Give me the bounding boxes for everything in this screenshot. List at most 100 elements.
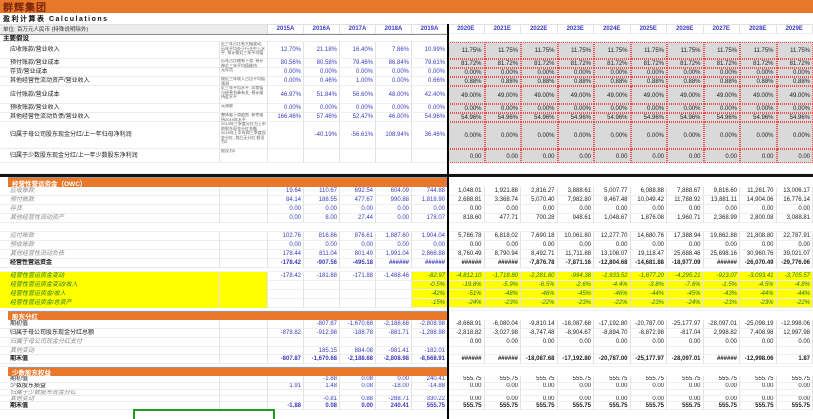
column-header-2018A[interactable]: 2018A [376, 25, 412, 34]
row-label[interactable]: 其他经营性流动资产/营业收入 [0, 77, 220, 86]
cell[interactable]: 1,887.60 [376, 232, 412, 241]
cell[interactable]: -25,098.19 [740, 320, 777, 329]
cell[interactable] [376, 290, 412, 299]
cell[interactable]: 0.88% [557, 77, 594, 86]
cell[interactable]: -4,812.10 [448, 272, 485, 281]
cell[interactable]: -817.04 [667, 329, 704, 338]
cell[interactable]: 21,808.80 [740, 232, 777, 241]
cell[interactable] [448, 347, 485, 355]
cell[interactable]: 0.00 [376, 376, 412, 383]
row-note[interactable]: 按近三年收入占比平均值预测 [220, 77, 268, 86]
cell[interactable]: 0.00 [594, 383, 631, 390]
cell[interactable]: 816.86 [304, 232, 340, 241]
cell[interactable]: 19.64 [268, 187, 304, 196]
cell[interactable]: 477.67 [340, 196, 376, 205]
cell[interactable]: 0.00% [448, 68, 485, 77]
cell[interactable]: 80.58% [304, 59, 340, 68]
column-header-2015A[interactable]: 2015A [268, 25, 304, 34]
cell[interactable]: 81.72% [630, 59, 667, 68]
cell[interactable]: ###### [703, 355, 740, 364]
cell[interactable]: -1,488.46 [376, 272, 412, 281]
cell[interactable]: 0.00 [557, 338, 594, 347]
cell[interactable]: -18,087.68 [557, 320, 594, 329]
cell[interactable]: 0.00% [630, 122, 667, 149]
cell[interactable]: 0.00 [448, 338, 485, 347]
cell[interactable]: 0.88% [521, 77, 558, 86]
cell[interactable]: 0.00 [776, 338, 813, 347]
cell[interactable]: -14,681.88 [630, 259, 667, 268]
cell[interactable]: 14,680.76 [630, 232, 667, 241]
cell[interactable]: -46% [594, 290, 631, 299]
cell[interactable]: -2,188.68 [376, 320, 412, 329]
cell[interactable]: 10.99% [412, 42, 448, 59]
cell[interactable]: -495.18 [340, 259, 376, 268]
cell[interactable]: 0.00 [667, 205, 704, 214]
cell[interactable]: -5.9% [484, 281, 521, 290]
row-note[interactable] [220, 214, 268, 223]
cell[interactable]: -22% [594, 299, 631, 308]
cell[interactable]: -1.88 [304, 376, 340, 383]
cell[interactable]: 0.00% [703, 122, 740, 149]
cell[interactable]: 11.75% [448, 42, 485, 59]
cell[interactable]: 0.00 [557, 205, 594, 214]
cell[interactable] [268, 290, 304, 299]
row-label[interactable]: 存货/营业成本 [0, 68, 220, 77]
cell[interactable]: 7,690.18 [521, 232, 558, 241]
cell[interactable]: 11.75% [703, 42, 740, 59]
cell[interactable]: 81.72% [448, 59, 485, 68]
cell[interactable]: 1.91 [268, 383, 304, 390]
cell[interactable]: 555.75 [594, 402, 631, 410]
row-note[interactable]: 无存货 [220, 68, 268, 77]
cell[interactable]: 2,368.99 [703, 214, 740, 223]
cell[interactable]: 12.70% [268, 42, 304, 59]
cell[interactable] [594, 347, 631, 355]
row-note[interactable]: 整体量下滑趋势, 参考维持2019年水平 [220, 113, 268, 122]
cell[interactable]: 13,108.07 [594, 250, 631, 259]
cell[interactable]: 0.00 [594, 149, 631, 163]
cell[interactable]: -26,070.49 [740, 259, 777, 268]
cell[interactable]: -8,904.67 [557, 329, 594, 338]
cell[interactable] [376, 149, 412, 163]
cell[interactable]: 7.86% [376, 42, 412, 59]
cell[interactable]: -912.98 [304, 329, 340, 338]
column-header-2022E[interactable]: 2022E [521, 25, 558, 34]
cell[interactable]: 744.88 [412, 187, 448, 196]
cell[interactable] [268, 281, 304, 290]
cell[interactable]: 0.00 [340, 205, 376, 214]
row-note[interactable] [220, 338, 268, 347]
cell[interactable]: 0.00 [448, 383, 485, 390]
cell[interactable]: 54.96% [594, 113, 631, 122]
cell[interactable]: 0.00 [630, 338, 667, 347]
cell[interactable]: 0.00 [521, 205, 558, 214]
cell[interactable]: 1.48 [304, 383, 340, 390]
section-title[interactable]: 少数股东权益 [8, 367, 448, 376]
cell[interactable]: -2,808.98 [412, 320, 448, 329]
cell[interactable]: 0.00% [376, 68, 412, 77]
cell[interactable]: 1,960.71 [667, 214, 704, 223]
cell[interactable]: 7,408.98 [740, 329, 777, 338]
cell[interactable] [703, 347, 740, 355]
row-note[interactable] [220, 299, 268, 308]
cell[interactable]: -17,192.80 [594, 320, 631, 329]
cell[interactable]: 555.75 [776, 376, 813, 383]
cell[interactable]: 0.00 [740, 205, 777, 214]
cell[interactable]: 81.72% [484, 59, 521, 68]
cell[interactable]: -981.41 [376, 347, 412, 355]
cell[interactable]: 0.08 [340, 376, 376, 383]
column-header-2021E[interactable]: 2021E [484, 25, 521, 34]
cell[interactable]: -2.6% [557, 281, 594, 290]
cell[interactable]: -1,670.68 [304, 355, 340, 364]
cell[interactable]: 555.75 [667, 402, 704, 410]
cell[interactable]: 8,467.48 [594, 196, 631, 205]
cell[interactable]: 108.94% [376, 122, 412, 149]
cell[interactable]: 0.00 [630, 383, 667, 390]
cell[interactable]: 54.96% [412, 113, 448, 122]
row-note[interactable]: 假设为0 [220, 149, 268, 163]
cell[interactable]: 49.00% [630, 86, 667, 104]
cell[interactable]: 0.00 [340, 241, 376, 250]
cell[interactable]: 11,261.70 [740, 187, 777, 196]
cell[interactable]: 42.40% [412, 86, 448, 104]
cell[interactable]: 0.00% [594, 122, 631, 149]
cell[interactable]: 0.00% [667, 122, 704, 149]
cell[interactable]: 52.47% [340, 113, 376, 122]
